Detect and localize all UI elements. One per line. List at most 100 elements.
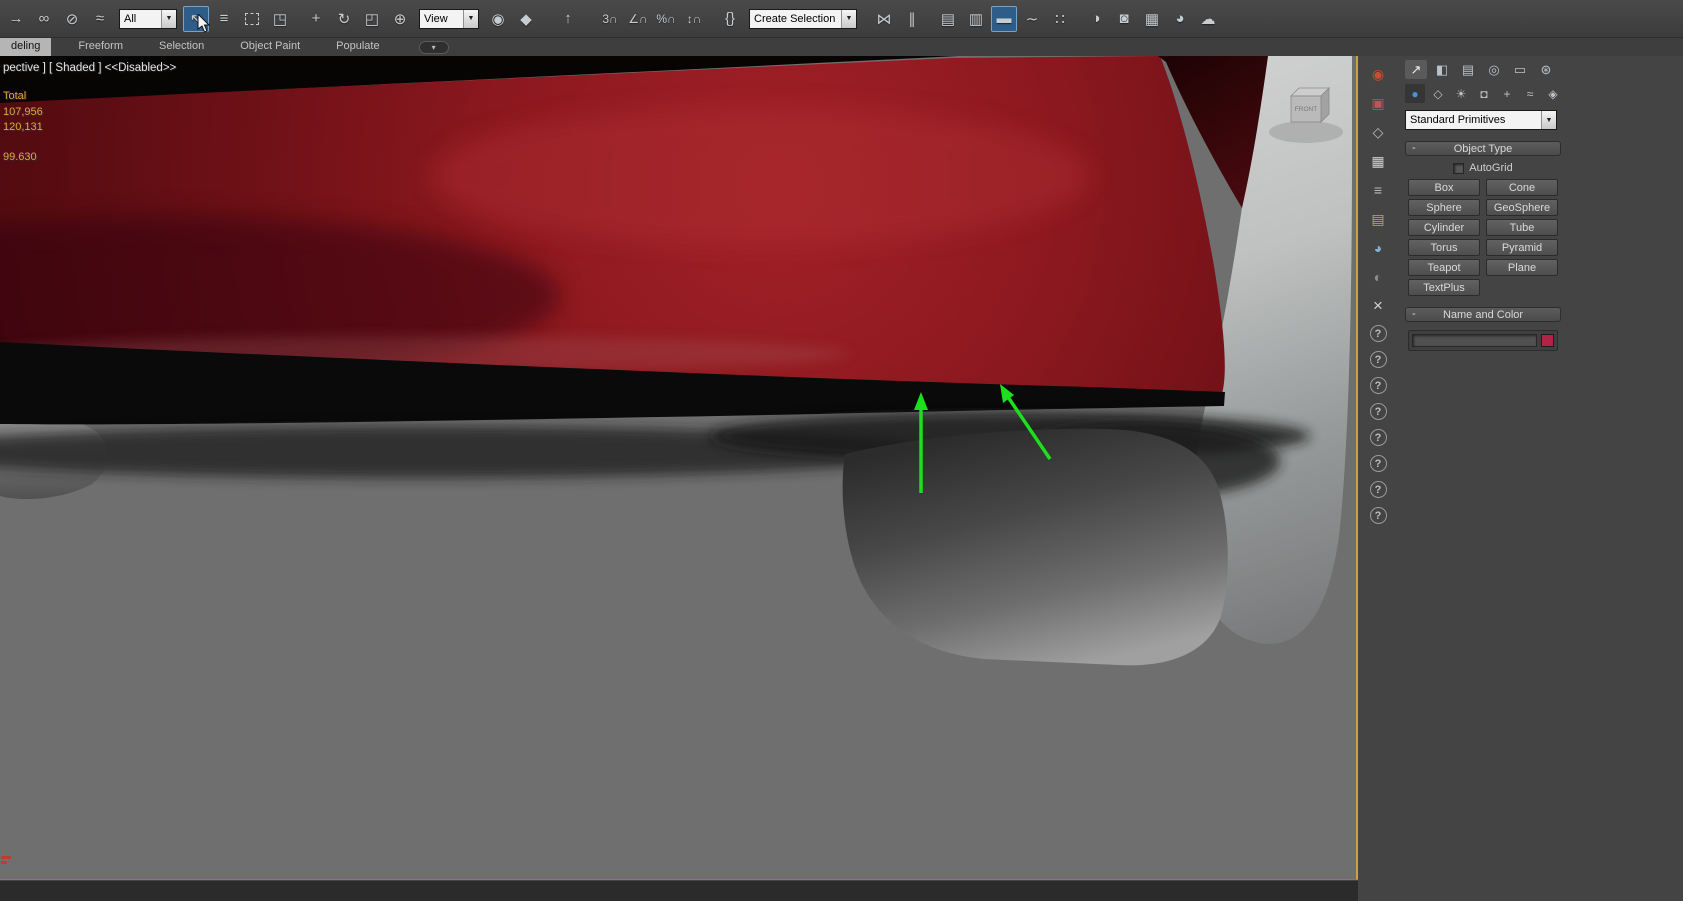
layer-stack-icon[interactable]: ≡ bbox=[1368, 180, 1388, 200]
teapot-button[interactable]: Teapot bbox=[1408, 259, 1480, 276]
spinner-snap-toggle[interactable]: ↕∩ bbox=[681, 6, 707, 32]
cone-button[interactable]: Cone bbox=[1486, 179, 1558, 196]
name-and-color-box bbox=[1408, 330, 1558, 351]
ribbon-tab-freeform[interactable]: Freeform bbox=[67, 38, 134, 56]
viewport-label[interactable]: pective ] [ Shaded ] <<Disabled>> bbox=[3, 62, 176, 74]
name-and-color-rollout-header[interactable]: - Name and Color bbox=[1405, 307, 1561, 322]
geosphere-button[interactable]: GeoSphere bbox=[1486, 199, 1558, 216]
textplus-button[interactable]: TextPlus bbox=[1408, 279, 1480, 296]
sphere-tool-icon[interactable]: ◕ bbox=[1368, 238, 1388, 258]
ribbon-tab-selection[interactable]: Selection bbox=[148, 38, 215, 56]
tab-utilities[interactable]: ⊛ bbox=[1535, 60, 1557, 79]
close-icon[interactable]: × bbox=[1368, 296, 1388, 316]
cylinder-button[interactable]: Cylinder bbox=[1408, 219, 1480, 236]
geometry-category-dropdown[interactable]: Standard Primitives ▼ bbox=[1405, 110, 1557, 130]
teapot-icon[interactable]: ◉ bbox=[1368, 64, 1388, 84]
toolbar-flyout-arrow-icon[interactable]: → bbox=[3, 6, 29, 32]
mirror-button[interactable]: ⋈ bbox=[871, 6, 897, 32]
select-and-manipulate-button[interactable]: ◆ bbox=[513, 6, 539, 32]
dropdown-arrow-icon: ▼ bbox=[161, 9, 176, 28]
unlink-selection-button[interactable]: ⊘ bbox=[59, 6, 85, 32]
name-and-color-rollout: - Name and Color bbox=[1405, 307, 1561, 351]
material-box-icon[interactable]: ▣ bbox=[1368, 93, 1388, 113]
render-in-cloud-button[interactable]: ☁ bbox=[1195, 6, 1221, 32]
tube-button[interactable]: Tube bbox=[1486, 219, 1558, 236]
category-geometry[interactable]: ● bbox=[1405, 84, 1425, 103]
missing-icon-button-4[interactable]: ? bbox=[1369, 403, 1387, 420]
category-shapes[interactable]: ◇ bbox=[1428, 84, 1448, 103]
reference-coordinate-system-dropdown[interactable]: View ▼ bbox=[419, 8, 479, 29]
select-and-rotate-button[interactable]: ↻ bbox=[331, 6, 357, 32]
tab-hierarchy[interactable]: ▤ bbox=[1457, 60, 1479, 79]
command-panel: ↗ ◧ ▤ ◎ ▭ ⊛ ● ◇ ☀ ◘ + ≈ ◈ Standard Primi… bbox=[1396, 56, 1683, 901]
select-and-move-button[interactable]: + bbox=[303, 6, 329, 32]
ribbon-tab-populate[interactable]: Populate bbox=[325, 38, 390, 56]
ribbon-tab-modeling[interactable]: deling bbox=[0, 38, 52, 56]
category-space-warps[interactable]: ≈ bbox=[1520, 84, 1540, 103]
tab-motion[interactable]: ◎ bbox=[1483, 60, 1505, 79]
toggle-ribbon-button[interactable]: ▬ bbox=[991, 5, 1017, 32]
edit-named-selection-sets-button[interactable]: {} bbox=[717, 6, 743, 32]
category-helpers[interactable]: + bbox=[1497, 84, 1517, 103]
plane-button[interactable]: Plane bbox=[1486, 259, 1558, 276]
diamond-tool-icon[interactable]: ◇ bbox=[1368, 122, 1388, 142]
object-name-field[interactable] bbox=[1412, 334, 1537, 347]
sphere-button[interactable]: Sphere bbox=[1408, 199, 1480, 216]
object-color-swatch[interactable] bbox=[1541, 334, 1554, 347]
rendered-frame-window-button[interactable]: ▦ bbox=[1139, 6, 1165, 32]
coordinate-system-value: View bbox=[424, 12, 448, 25]
ribbon-overflow-button[interactable]: ▾ bbox=[418, 40, 449, 54]
align-button[interactable]: ∥ bbox=[899, 6, 925, 32]
checker-map-icon[interactable]: ▦ bbox=[1368, 151, 1388, 171]
missing-icon-button-2[interactable]: ? bbox=[1369, 351, 1387, 368]
missing-icon-button-5[interactable]: ? bbox=[1369, 429, 1387, 446]
bind-to-space-warp-button[interactable]: ≈ bbox=[87, 6, 113, 32]
toggle-scene-explorer-button[interactable]: ▤ bbox=[935, 6, 961, 32]
material-editor-button[interactable]: ◑ bbox=[1083, 6, 1109, 32]
select-by-name-button[interactable]: ≡ bbox=[211, 6, 237, 32]
collapse-icon: - bbox=[1412, 142, 1416, 154]
tab-modify[interactable]: ◧ bbox=[1431, 60, 1453, 79]
tab-create[interactable]: ↗ bbox=[1405, 60, 1427, 79]
ribbon-tab-bar: deling Freeform Selection Object Paint P… bbox=[0, 38, 1683, 56]
tab-display[interactable]: ▭ bbox=[1509, 60, 1531, 79]
percent-snap-toggle[interactable]: %∩ bbox=[653, 6, 679, 32]
named-selection-sets-dropdown[interactable]: Create Selection Se ▼ bbox=[749, 8, 857, 29]
missing-icon-button-6[interactable]: ? bbox=[1369, 455, 1387, 472]
box-button[interactable]: Box bbox=[1408, 179, 1480, 196]
render-setup-button[interactable]: ◙ bbox=[1111, 6, 1137, 32]
missing-icon-button-1[interactable]: ? bbox=[1369, 325, 1387, 342]
viewport-3d-scene: FRONT bbox=[0, 56, 1356, 879]
selection-filter-dropdown[interactable]: All ▼ bbox=[119, 8, 177, 29]
select-and-place-button[interactable]: ⊕ bbox=[387, 6, 413, 32]
schematic-view-button[interactable]: ∷ bbox=[1047, 6, 1073, 32]
select-and-link-button[interactable]: ∞ bbox=[31, 6, 57, 32]
brick-icon[interactable]: ▤ bbox=[1368, 209, 1388, 229]
ribbon-tab-object-paint[interactable]: Object Paint bbox=[229, 38, 311, 56]
use-center-flyout-button[interactable]: ◉ bbox=[485, 6, 511, 32]
command-panel-tabs: ↗ ◧ ▤ ◎ ▭ ⊛ bbox=[1396, 56, 1683, 81]
curve-editor-button[interactable]: ∼ bbox=[1019, 6, 1045, 32]
torus-button[interactable]: Torus bbox=[1408, 239, 1480, 256]
missing-icon-button-7[interactable]: ? bbox=[1369, 481, 1387, 498]
render-production-button[interactable]: ◕ bbox=[1167, 6, 1193, 32]
snap-toggle-3d-button[interactable]: 3∩ bbox=[597, 6, 623, 32]
autogrid-checkbox[interactable] bbox=[1453, 162, 1465, 174]
select-and-scale-button[interactable]: ◰ bbox=[359, 6, 385, 32]
category-cameras[interactable]: ◘ bbox=[1474, 84, 1494, 103]
toggle-layer-explorer-button[interactable]: ▥ bbox=[963, 6, 989, 32]
pyramid-button[interactable]: Pyramid bbox=[1486, 239, 1558, 256]
perspective-viewport[interactable]: FRONT pective ] [ Shaded ] <<Disabled>> … bbox=[0, 56, 1358, 880]
angle-snap-toggle[interactable]: ∠∩ bbox=[625, 6, 651, 32]
category-lights[interactable]: ☀ bbox=[1451, 84, 1471, 103]
object-type-rollout-header[interactable]: - Object Type bbox=[1405, 141, 1561, 156]
collapse-icon: - bbox=[1412, 308, 1416, 320]
missing-icon-button-3[interactable]: ? bbox=[1369, 377, 1387, 394]
dark-sphere-icon[interactable]: ◐ bbox=[1368, 267, 1388, 287]
category-systems[interactable]: ◈ bbox=[1543, 84, 1563, 103]
window-crossing-toggle[interactable]: ◳ bbox=[267, 6, 293, 32]
viewport-statistics: Total 107,956 120,131 99.630 bbox=[3, 89, 43, 165]
missing-icon-button-8[interactable]: ? bbox=[1369, 507, 1387, 524]
selection-region-button[interactable] bbox=[239, 6, 265, 32]
keyboard-shortcut-override-toggle[interactable]: ↑ bbox=[555, 6, 581, 32]
